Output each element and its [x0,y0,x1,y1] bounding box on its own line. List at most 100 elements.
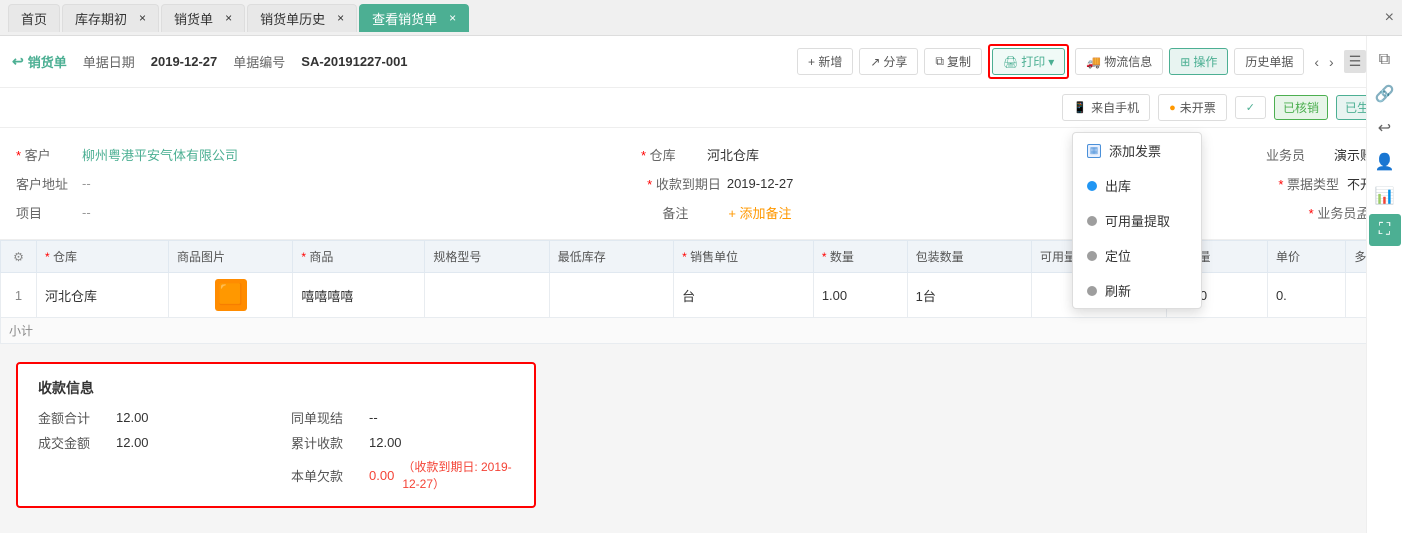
sidebar-icon-link[interactable]: 🔗 [1369,78,1401,110]
cumulative-receipt-row: 累计收款 12.00 [291,433,514,452]
sold-out-status: 已核销 [1274,95,1328,120]
share-button[interactable]: ↗ 分享 [859,48,918,75]
close-tab-view[interactable]: × [449,11,456,25]
row-sales-unit: 台 [674,273,814,318]
date-value: 2019-12-27 [151,54,218,69]
row-unit-price: 0. [1267,273,1345,318]
right-sidebar: ⧉ 🔗 ↩ 👤 📊 ⛶ [1366,36,1402,533]
sales-staff-label: 业务员孟 [1309,203,1370,222]
print-dropdown-arrow[interactable]: ▾ [1048,55,1054,69]
payment-date-value: 2019-12-27 [727,176,794,191]
sidebar-icon-copy[interactable]: ⧉ [1369,44,1401,76]
col-min-stock: 最低库存 [549,241,673,273]
add-invoice-item[interactable]: ▦ 添加发票 [1073,133,1201,168]
check-button[interactable]: ✓ [1235,96,1266,119]
amount-total-value: 12.00 [116,410,149,425]
deal-amount-row: 成交金额 12.00 [38,433,261,452]
col-quantity: * 数量 [813,241,907,273]
subtotal-label: 小计 [1,318,1402,344]
project-field: 项目 -- [16,203,646,222]
refresh-dot [1087,286,1097,296]
order-debt-row: 本单欠款 0.00 （收款到期日: 2019-12-27） [291,458,514,492]
summary-title: 收款信息 [38,378,514,398]
col-unit-price: 单价 [1267,241,1345,273]
staff-label: 业务员 [1266,145,1326,164]
close-tab-history[interactable]: × [337,11,344,25]
payment-date-label: 收款到期日 [647,174,721,193]
copy-button[interactable]: ⧉ 复制 [924,48,982,75]
address-label: 客户地址 [16,174,76,193]
subtotal-row: 小计 [1,318,1402,344]
doc-actions: + 新增 ↗ 分享 ⧉ 复制 🖨 打印 ▾ 🚚 物流信息 [797,44,1390,79]
cumulative-receipt-value: 12.00 [369,435,402,450]
summary-section: 收款信息 金额合计 12.00 同单现结 -- 成交金额 12.00 累计收款 … [16,362,536,508]
cumulative-receipt-label: 累计收款 [291,433,361,452]
customer-field: 客户 柳州粤港平安气体有限公司 [16,145,625,164]
col-warehouse: * 仓库 [37,241,169,273]
logistics-button[interactable]: 🚚 物流信息 [1075,48,1163,75]
col-model: 规格型号 [425,241,549,273]
print-button[interactable]: 🖨 打印 ▾ [992,48,1065,75]
doc-type-label: ↩ 销货单 [12,52,67,71]
sidebar-icon-user[interactable]: 👤 [1369,146,1401,178]
customer-value[interactable]: 柳州粤港平安气体有限公司 [82,145,238,164]
list-view-icon[interactable]: ☰ [1344,50,1367,73]
row-pack-qty: 1台 [907,273,1031,318]
row-num: 1 [1,273,37,318]
address-field: 客户地址 -- [16,174,631,193]
nav-arrows: ‹ › [1310,52,1337,72]
warehouse-value: 河北仓库 [707,145,759,164]
operate-button[interactable]: ⊞ 操作 [1169,48,1228,75]
col-sales-unit: * 销售单位 [674,241,814,273]
row-quantity: 1.00 [813,273,907,318]
date-label: 单据日期 [83,52,135,71]
not-open-button[interactable]: ● 未开票 [1158,94,1227,121]
main-content: ↩ 销货单 单据日期 2019-12-27 单据编号 SA-20191227-0… [0,36,1402,526]
bottom-area: 收款信息 金额合计 12.00 同单现结 -- 成交金额 12.00 累计收款 … [0,344,1402,526]
next-arrow[interactable]: › [1325,52,1338,72]
tab-view-sales[interactable]: 查看销货单 × [359,4,469,32]
number-label: 单据编号 [233,52,285,71]
sidebar-icon-chart[interactable]: 📊 [1369,180,1401,212]
location-dot [1087,251,1097,261]
project-value: -- [82,205,91,220]
tab-home[interactable]: 首页 [8,4,60,32]
from-mobile-button[interactable]: 📱 来自手机 [1062,94,1150,121]
toolbar-row: 📱 来自手机 ● 未开票 ✓ 已核销 已生效 [0,88,1402,128]
sidebar-icon-expand[interactable]: ⛶ [1369,214,1401,246]
prev-arrow[interactable]: ‹ [1310,52,1323,72]
ticket-type-label: 票据类型 [1278,174,1339,193]
settings-gear-icon[interactable]: ⚙ [13,250,24,264]
refresh-item[interactable]: 刷新 [1073,273,1201,308]
window-close-button[interactable]: × [1385,9,1394,27]
sidebar-icon-return[interactable]: ↩ [1369,112,1401,144]
order-debt-label: 本单欠款 [291,466,361,485]
product-image: 🟧 [215,279,247,311]
tab-inventory-init[interactable]: 库存期初 × [62,4,159,32]
summary-grid: 金额合计 12.00 同单现结 -- 成交金额 12.00 累计收款 12.00 [38,408,514,492]
close-tab-sales[interactable]: × [225,11,232,25]
location-item[interactable]: 定位 [1073,238,1201,273]
same-order-settle-value: -- [369,410,378,425]
available-qty-dot [1087,216,1097,226]
doc-header: ↩ 销货单 单据日期 2019-12-27 单据编号 SA-20191227-0… [0,36,1402,88]
available-qty-item[interactable]: 可用量提取 [1073,203,1201,238]
tab-sales-history[interactable]: 销货单历史 × [247,4,357,32]
add-invoice-icon: ▦ [1087,144,1101,158]
row-model [425,273,549,318]
outbound-item[interactable]: 出库 [1073,168,1201,203]
history-button[interactable]: 历史单据 [1234,48,1304,75]
outbound-dot [1087,181,1097,191]
col-product: * 商品 [293,241,425,273]
close-tab-inventory[interactable]: × [139,11,146,25]
overdue-note: （收款到期日: 2019-12-27） [402,458,514,492]
number-value: SA-20191227-001 [301,54,407,69]
amount-total-label: 金额合计 [38,408,108,427]
col-settings[interactable]: ⚙ [1,241,37,273]
print-button-container: 🖨 打印 ▾ [988,44,1069,79]
add-note-button[interactable]: + 添加备注 [728,203,791,222]
customer-label: 客户 [16,145,76,164]
add-button[interactable]: + 新增 [797,48,853,75]
tab-sales-order[interactable]: 销货单 × [161,4,245,32]
amount-total-row: 金额合计 12.00 [38,408,261,427]
